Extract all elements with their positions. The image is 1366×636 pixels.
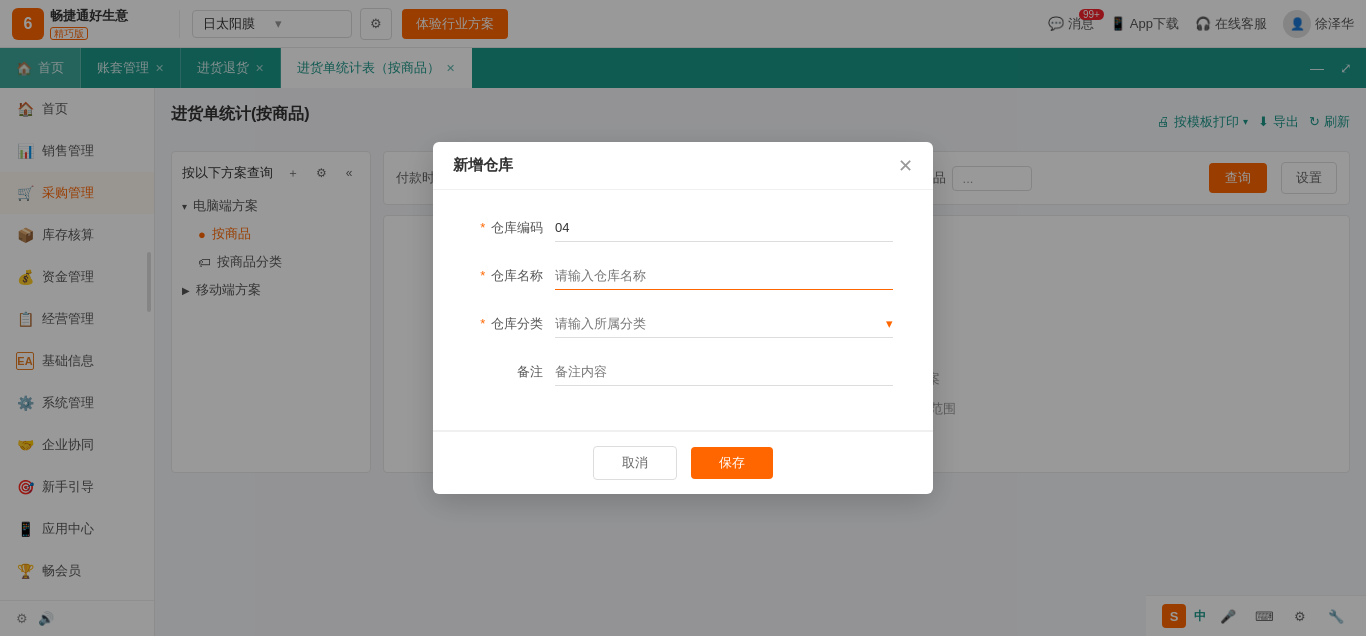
remark-input[interactable] [555,358,893,386]
name-required-star: * [480,268,485,283]
remark-label: 备注 [473,363,543,381]
code-label: * 仓库编码 [473,219,543,237]
name-label: * 仓库名称 [473,267,543,285]
modal-body: * 仓库编码 * 仓库名称 * 仓库分类 [433,190,933,430]
modal-header: 新增仓库 ✕ [433,142,933,190]
code-required-star: * [480,220,485,235]
new-warehouse-modal: 新增仓库 ✕ * 仓库编码 * 仓库名称 [433,142,933,494]
code-input[interactable] [555,214,893,242]
name-form-row: * 仓库名称 [473,262,893,290]
name-input[interactable] [555,262,893,290]
code-form-row: * 仓库编码 [473,214,893,242]
remark-form-row: 备注 [473,358,893,386]
category-required-star: * [480,316,485,331]
cancel-button[interactable]: 取消 [593,446,677,480]
save-button[interactable]: 保存 [691,447,773,479]
modal-title: 新增仓库 [453,156,513,175]
category-select[interactable]: ▾ [555,310,893,338]
modal-overlay: 新增仓库 ✕ * 仓库编码 * 仓库名称 [0,0,1366,636]
category-form-row: * 仓库分类 ▾ [473,310,893,338]
category-label: * 仓库分类 [473,315,543,333]
category-chevron-icon: ▾ [886,316,893,331]
modal-footer: 取消 保存 [433,431,933,494]
category-input[interactable] [555,316,886,331]
modal-close-button[interactable]: ✕ [898,157,913,175]
